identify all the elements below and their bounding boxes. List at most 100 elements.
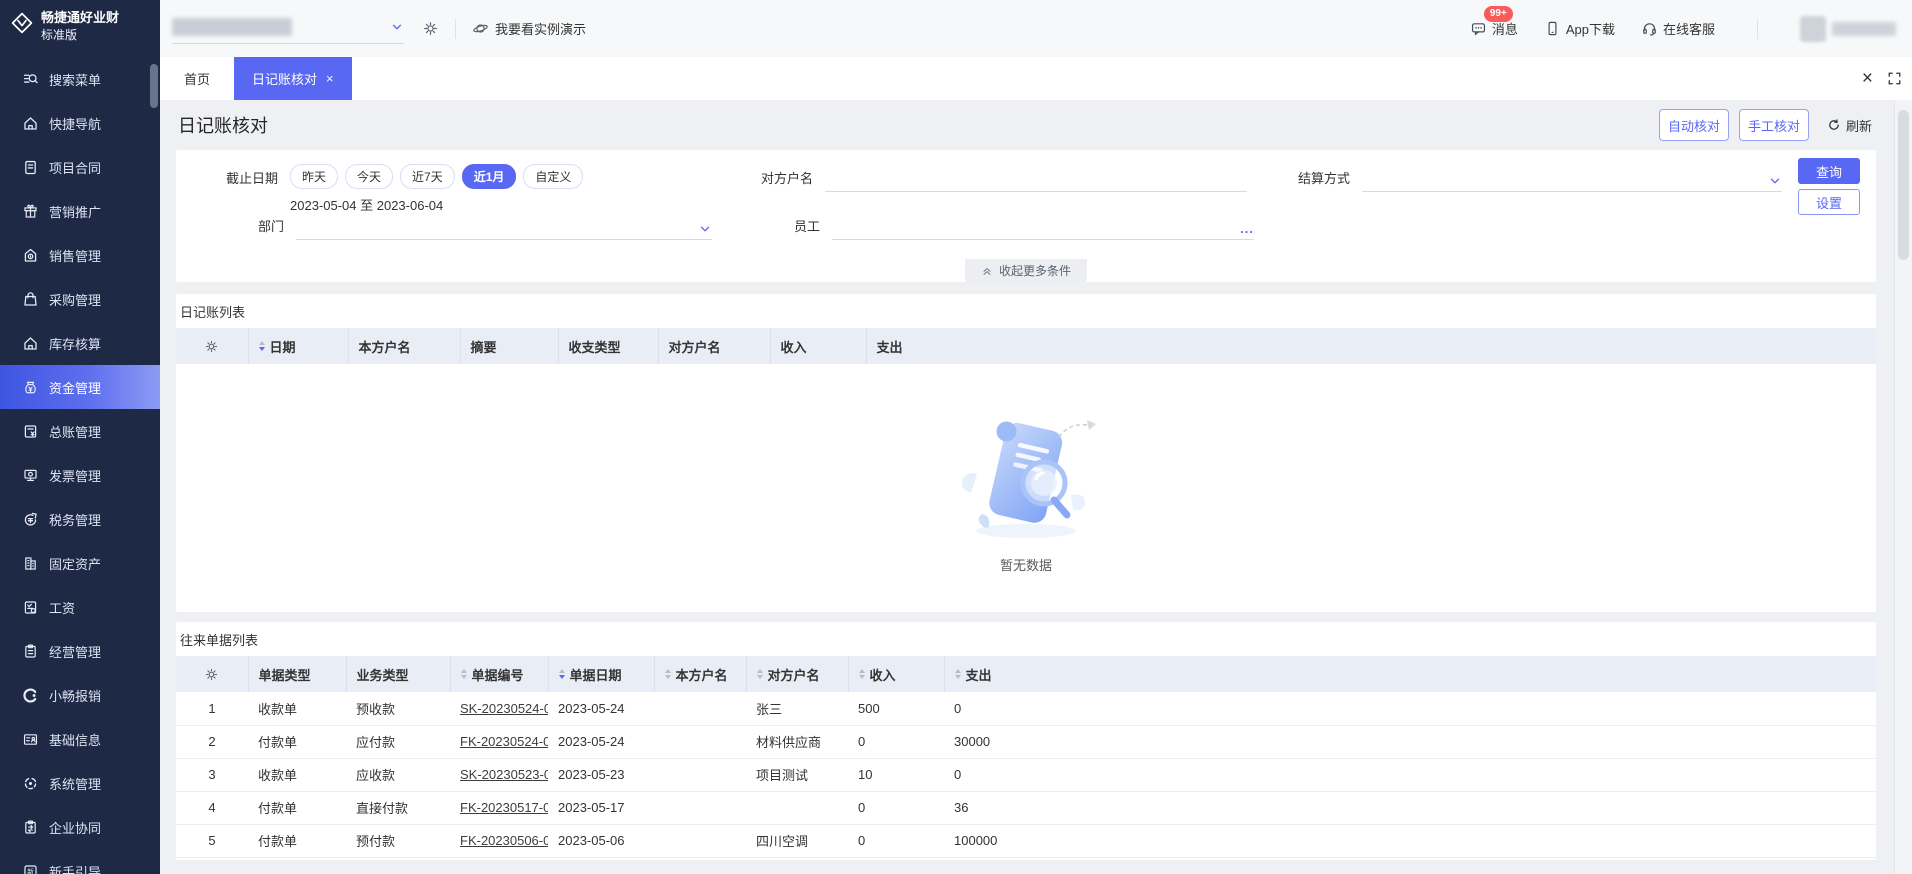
online-support-button[interactable]: 在线客服 <box>1641 19 1715 38</box>
fullscreen-icon[interactable] <box>1887 71 1902 86</box>
sidebar-item-quick-nav[interactable]: 快捷导航 <box>0 101 160 145</box>
vertical-scrollbar[interactable] <box>1894 100 1912 874</box>
column-settings-button[interactable] <box>176 656 249 692</box>
settlement-select[interactable] <box>1362 168 1783 192</box>
column-header-own-account[interactable]: 本方户名 <box>654 656 747 692</box>
sort-icons[interactable] <box>756 669 763 679</box>
sidebar-item-newbie-guide[interactable]: 新手引导 <box>0 849 160 874</box>
pill-today[interactable]: 今天 <box>345 164 394 189</box>
gear-icon[interactable] <box>422 20 439 37</box>
doc-no-link[interactable]: SK-20230524-0 <box>460 701 548 716</box>
sidebar-item-ledger[interactable]: 总账管理 <box>0 409 160 453</box>
pill-yesterday[interactable]: 昨天 <box>290 164 339 189</box>
sidebar-item-base-info[interactable]: 基础信息 <box>0 717 160 761</box>
sidebar-item-search-menu[interactable]: 搜索菜单 <box>0 57 160 101</box>
doc-no-link[interactable]: FK-20230506-0 <box>460 833 548 848</box>
sidebar-item-sales[interactable]: 销售管理 <box>0 233 160 277</box>
pill-last7days[interactable]: 近7天 <box>400 164 455 189</box>
employee-input[interactable]: ... <box>832 216 1255 240</box>
query-button[interactable]: 查询 <box>1798 158 1860 184</box>
column-header-doc-no[interactable]: 单据编号 <box>450 656 549 692</box>
sidebar-item-system[interactable]: 系统管理 <box>0 761 160 805</box>
scrollbar-thumb[interactable] <box>1898 110 1909 260</box>
tab-journal-reconcile[interactable]: 日记账核对 × <box>234 57 352 100</box>
user-menu[interactable] <box>1800 15 1896 42</box>
close-icon[interactable]: × <box>1862 69 1873 88</box>
doc-no-link[interactable]: FK-20230524-0 <box>460 734 548 749</box>
sort-icons[interactable] <box>858 669 865 679</box>
doc-date-cell: 2023-05-17 <box>548 791 654 825</box>
column-header-counterparty[interactable]: 对方户名 <box>746 656 849 692</box>
sidebar-item-tax[interactable]: 税务管理 <box>0 497 160 541</box>
sidebar-item-collaboration[interactable]: 企业协同 <box>0 805 160 849</box>
chevron-down-icon[interactable] <box>698 222 712 236</box>
sort-icons[interactable] <box>258 341 265 351</box>
sidebar-item-salary[interactable]: 工资 <box>0 585 160 629</box>
company-selector[interactable] <box>172 17 404 44</box>
column-header-income[interactable]: 收入 <box>770 328 867 364</box>
column-header-own-account[interactable]: 本方户名 <box>348 328 461 364</box>
sidebar-item-project-contract[interactable]: 项目合同 <box>0 145 160 189</box>
column-settings-button[interactable] <box>176 328 249 364</box>
department-select[interactable] <box>296 216 713 240</box>
column-header-date[interactable]: 日期 <box>248 328 349 364</box>
sort-icons[interactable] <box>664 669 671 679</box>
auto-check-button[interactable]: 自动核对 <box>1658 109 1729 141</box>
marketing-icon <box>22 203 39 220</box>
app-download-button[interactable]: App下载 <box>1544 19 1615 38</box>
refresh-button[interactable]: 刷新 <box>1827 116 1872 135</box>
sidebar-item-fixed-assets[interactable]: 固定资产 <box>0 541 160 585</box>
demo-link[interactable]: 我要看实例演示 <box>472 19 586 38</box>
sort-icons[interactable] <box>558 669 565 679</box>
purchase-icon <box>22 291 39 308</box>
counterparty-input[interactable] <box>825 168 1248 192</box>
column-header-income[interactable]: 收入 <box>848 656 945 692</box>
tab-home[interactable]: 首页 <box>160 57 234 100</box>
sidebar: 畅捷通好业财 标准版 搜索菜单 快捷导航 项目合同 营销推广 销售管理 采购管理… <box>0 0 160 874</box>
column-header-summary[interactable]: 摘要 <box>460 328 559 364</box>
sort-icons[interactable] <box>954 669 961 679</box>
headset-icon <box>1641 20 1658 37</box>
column-header-doc-date[interactable]: 单据日期 <box>548 656 655 692</box>
counterparty-cell: 张三 <box>746 692 848 726</box>
sidebar-item-invoice[interactable]: 发票管理 <box>0 453 160 497</box>
messages-button[interactable]: 99+ 消息 <box>1470 6 1518 38</box>
documents-list-title: 往来单据列表 <box>180 633 259 648</box>
pill-last-month[interactable]: 近1月 <box>461 164 517 189</box>
sidebar-item-purchase[interactable]: 采购管理 <box>0 277 160 321</box>
sort-icons[interactable] <box>460 669 467 679</box>
tab-close-icon[interactable]: × <box>326 71 334 86</box>
doc-no-link[interactable]: FK-20230517-0 <box>460 800 548 815</box>
sidebar-item-label: 库存核算 <box>49 336 102 352</box>
pill-custom[interactable]: 自定义 <box>523 164 584 189</box>
column-header-expense[interactable]: 支出 <box>944 656 1876 692</box>
sidebar-item-inventory[interactable]: 库存核算 <box>0 321 160 365</box>
column-header-expense[interactable]: 支出 <box>866 328 1876 364</box>
column-label: 收入 <box>869 667 896 683</box>
sidebar-item-operation[interactable]: 经营管理 <box>0 629 160 673</box>
column-header-biz-type[interactable]: 业务类型 <box>346 656 451 692</box>
sidebar-item-label: 项目合同 <box>49 160 102 176</box>
sidebar-item-marketing[interactable]: 营销推广 <box>0 189 160 233</box>
sidebar-item-expense[interactable]: 小畅报销 <box>0 673 160 717</box>
sidebar-item-label: 搜索菜单 <box>49 72 102 88</box>
table-row: 2 付款单 应付款 FK-20230524-0 2023-05-24 材料供应商… <box>176 725 1876 759</box>
chevron-down-icon[interactable] <box>1768 174 1782 188</box>
deadline-label: 截止日期 <box>226 171 279 186</box>
column-header-io-type[interactable]: 收支类型 <box>558 328 659 364</box>
own-account-cell <box>654 791 746 825</box>
manual-check-button[interactable]: 手工核对 <box>1738 109 1809 141</box>
column-header-doc-type[interactable]: 单据类型 <box>248 656 347 692</box>
doc-no-link[interactable]: SK-20230523-0 <box>460 767 548 782</box>
page-header: 日记账核对 自动核对 手工核对 刷新 <box>176 100 1876 150</box>
chevron-down-icon[interactable] <box>390 20 404 34</box>
employee-picker-icon[interactable]: ... <box>1240 221 1254 236</box>
collapse-filters-button[interactable]: 收起更多条件 <box>964 259 1088 282</box>
table-row: 5 付款单 预付款 FK-20230506-0 2023-05-06 四川空调 … <box>176 824 1876 858</box>
sidebar-item-funds[interactable]: 资金管理 <box>0 365 160 409</box>
documents-list-section: 往来单据列表 单据类型 业务类型 单据编号 单据日期 本方户名 对方户名 收入 <box>176 622 1876 860</box>
department-label: 部门 <box>258 219 285 234</box>
settings-button[interactable]: 设置 <box>1798 189 1860 215</box>
expense-cell: 36 <box>944 791 1876 825</box>
column-header-counterparty[interactable]: 对方户名 <box>658 328 771 364</box>
